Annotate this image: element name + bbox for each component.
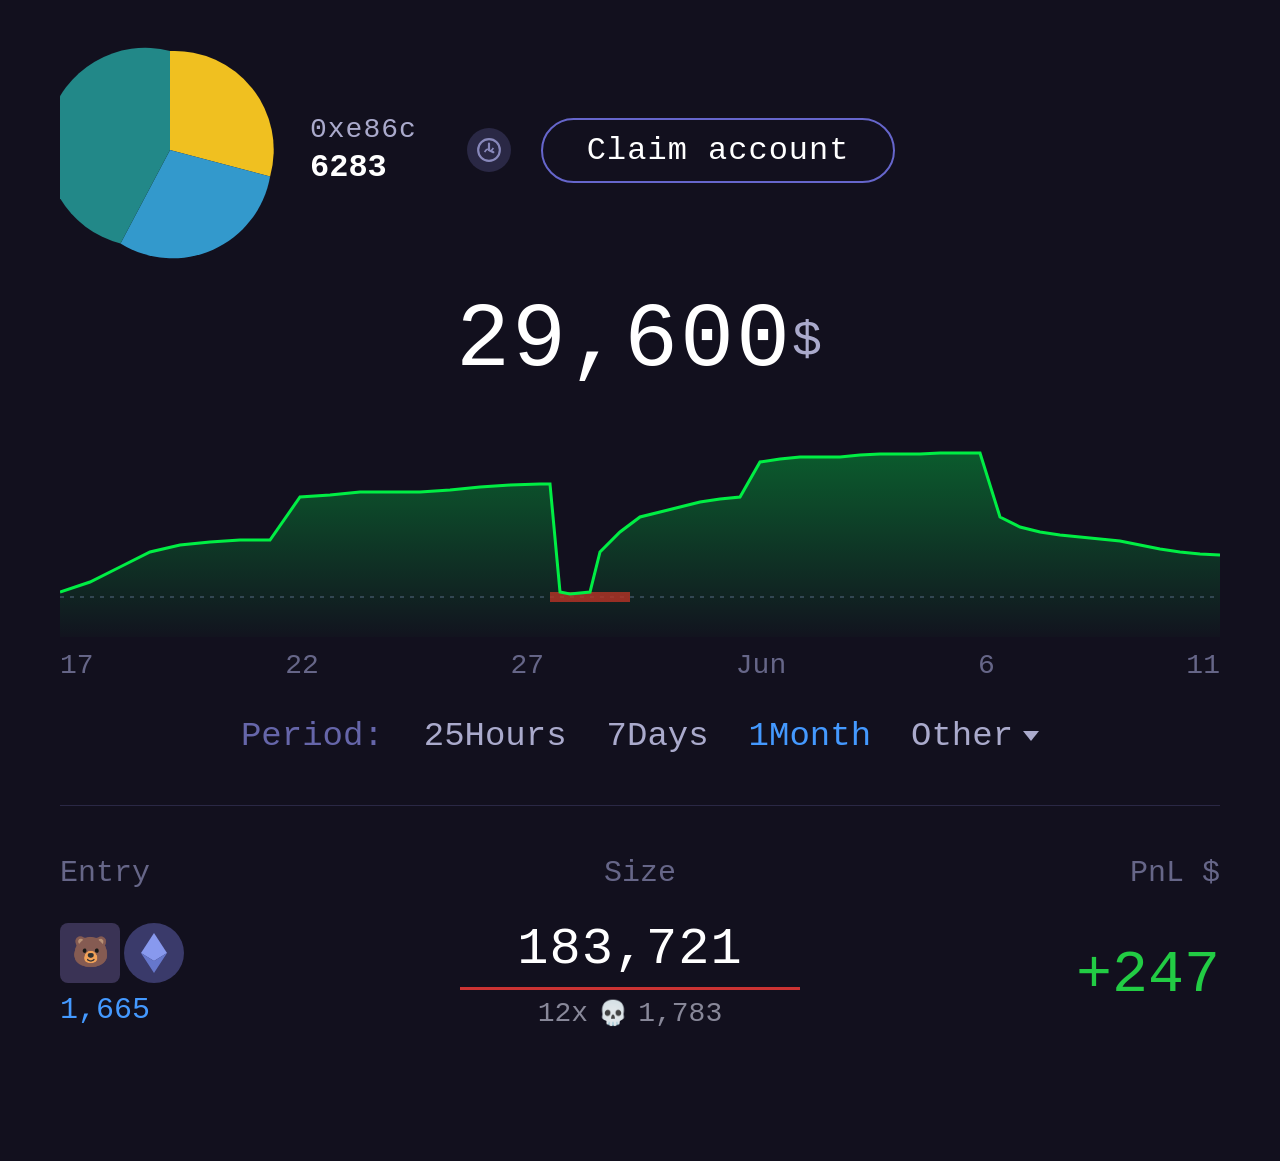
period-25hours[interactable]: 25Hours <box>424 717 567 755</box>
entry-icons: 🐻 <box>60 923 184 983</box>
account-number: 6283 <box>310 149 417 186</box>
period-7days[interactable]: 7Days <box>607 717 709 755</box>
entry-header: Entry <box>60 856 150 890</box>
chart-area: 17 22 27 Jun 6 11 <box>0 397 1280 677</box>
header-section: 0xe86c 6283 Claim account <box>0 0 1280 280</box>
account-info: 0xe86c 6283 <box>310 114 417 186</box>
main-container: 0xe86c 6283 Claim account 29,600$ <box>0 0 1280 1161</box>
portfolio-value: 29,600$ <box>456 290 824 392</box>
size-column: 183,721 12x 💀 1,783 <box>460 920 800 1029</box>
size-bar <box>460 987 800 990</box>
entry-price: 1,665 <box>60 993 184 1027</box>
label-27: 27 <box>511 650 545 681</box>
chart-icon[interactable] <box>467 128 511 172</box>
period-1month[interactable]: 1Month <box>749 717 871 755</box>
label-6: 6 <box>978 650 995 681</box>
bear-icon: 🐻 <box>60 923 120 983</box>
trade-headers: Entry Size PnL $ <box>60 856 1220 890</box>
period-other[interactable]: Other <box>911 717 1039 755</box>
period-selector: Period: 25Hours 7Days 1Month Other <box>0 677 1280 805</box>
pnl-value: +247 <box>1076 941 1220 1009</box>
pie-chart <box>60 40 280 260</box>
claim-account-button[interactable]: Claim account <box>541 118 896 183</box>
label-11: 11 <box>1186 650 1220 681</box>
size-value: 183,721 <box>460 920 800 979</box>
trade-section: Entry Size PnL $ 🐻 1,665 <box>0 806 1280 1069</box>
chart-x-labels: 17 22 27 Jun 6 11 <box>60 642 1220 681</box>
eth-icon <box>124 923 184 983</box>
account-address: 0xe86c <box>310 114 417 145</box>
trade-row: 🐻 1,665 183,721 12x 💀 1,7 <box>60 920 1220 1029</box>
label-22: 22 <box>285 650 319 681</box>
chevron-down-icon <box>1023 731 1039 741</box>
period-label: Period: <box>241 717 384 755</box>
price-chart <box>60 397 1220 637</box>
skull-icon: 💀 <box>598 999 628 1028</box>
label-17: 17 <box>60 650 94 681</box>
entry-column: 🐻 1,665 <box>60 923 184 1027</box>
main-value-section: 29,600$ <box>0 280 1280 397</box>
label-jun: Jun <box>736 650 786 681</box>
pnl-header: PnL $ <box>1130 856 1220 890</box>
leverage-info: 12x 💀 1,783 <box>460 998 800 1029</box>
size-header: Size <box>604 856 676 890</box>
pnl-column: +247 <box>1076 941 1220 1009</box>
